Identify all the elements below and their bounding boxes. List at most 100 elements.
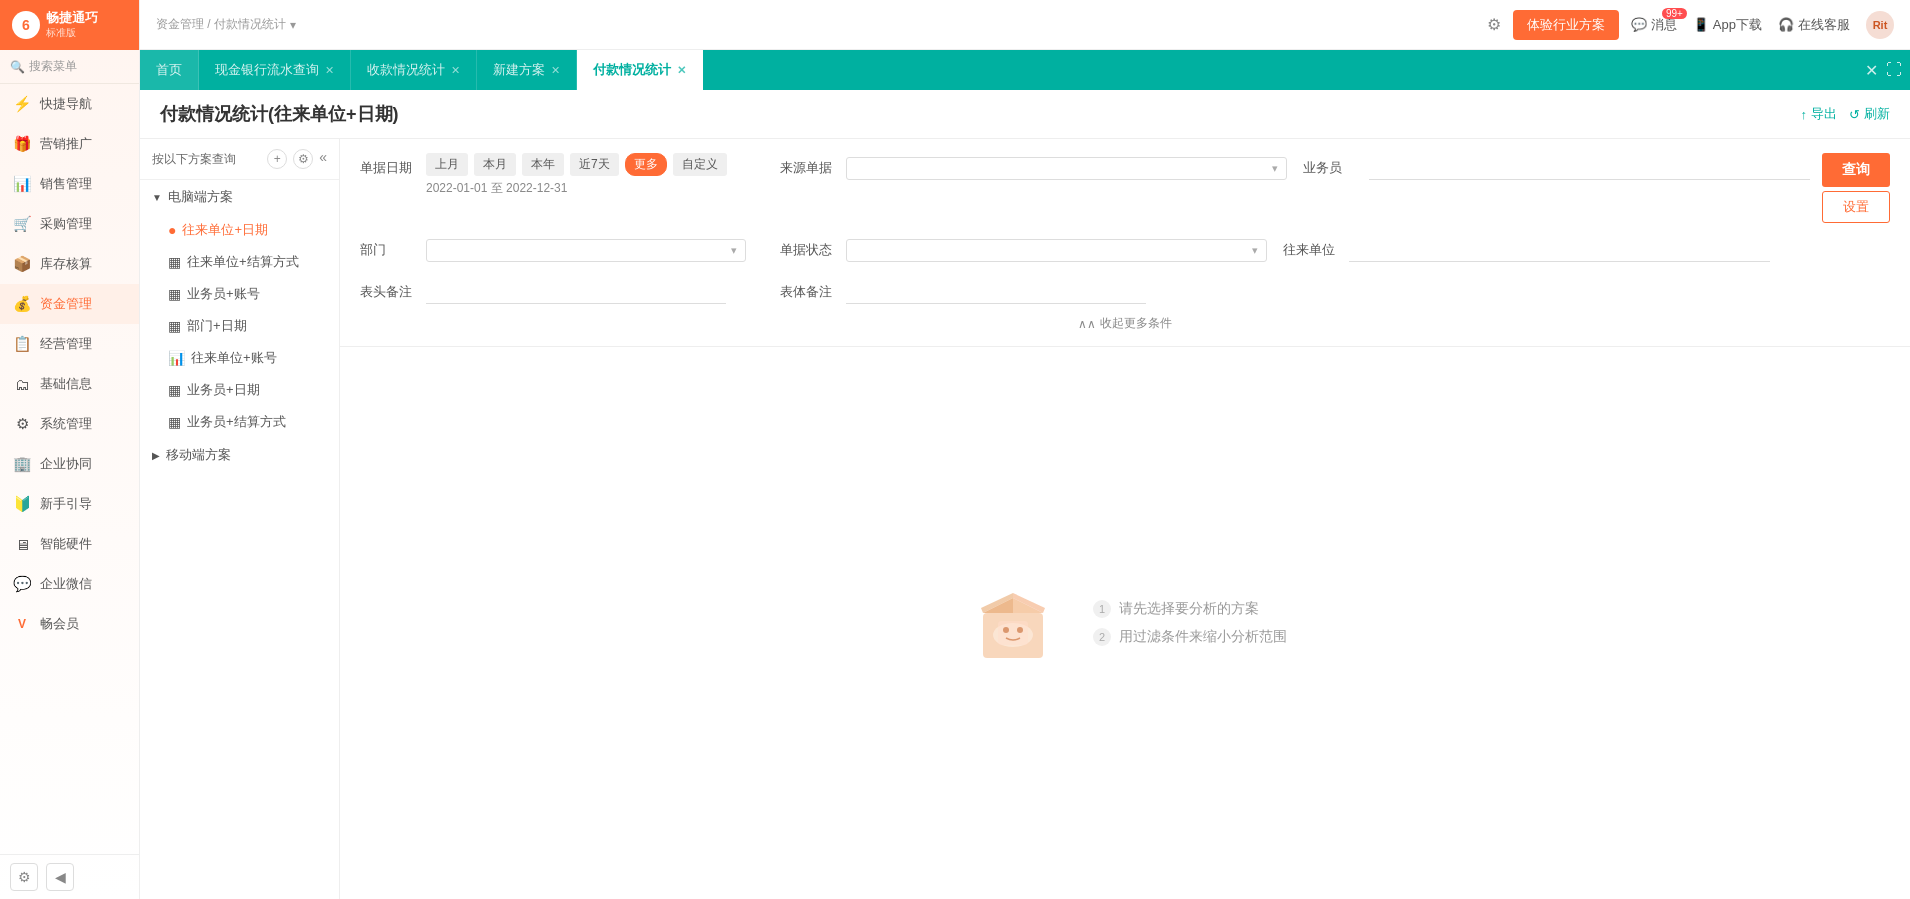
sidebar-item-label: 采购管理	[40, 215, 92, 233]
sidebar-item-sales[interactable]: 📊 销售管理	[0, 164, 139, 204]
tab-receipt-stats[interactable]: 收款情况统计 ✕	[351, 50, 477, 90]
query-btn[interactable]: 查询	[1822, 153, 1890, 187]
sidebar-item-label: 智能硬件	[40, 535, 92, 553]
svg-point-8	[1017, 627, 1023, 633]
date-label: 单据日期	[360, 153, 420, 183]
topbar-right: 💬 消息 99+ 📱 App下载 🎧 在线客服 Rit	[1631, 11, 1894, 39]
collapse-up-icon: ∧∧	[1078, 317, 1096, 331]
topbar-settings-btn[interactable]: ⚙	[1487, 15, 1501, 34]
tab-bank-flow-close-icon[interactable]: ✕	[325, 64, 334, 77]
sidebar-item-quick-nav[interactable]: ⚡ 快捷导航	[0, 84, 139, 124]
more-dates-btn[interactable]: 更多	[625, 153, 667, 176]
settings-bottom-btn[interactable]: ⚙	[10, 863, 38, 891]
voucher-status-label: 单据状态	[780, 235, 840, 265]
scheme-item-partner-account[interactable]: 📊 往来单位+账号	[140, 342, 339, 374]
mobile-group-label: 移动端方案	[166, 446, 231, 464]
last-7days-btn[interactable]: 近7天	[570, 153, 619, 176]
hardware-icon: 🖥	[12, 534, 32, 554]
scheme-group-pc-title[interactable]: ▼ 电脑端方案	[140, 180, 339, 214]
voucher-status-arrow-icon: ▾	[1252, 244, 1258, 257]
sidebar-nav: ⚡ 快捷导航 🎁 营销推广 📊 销售管理 🛒 采购管理 📦 库存核算 💰 资金管…	[0, 84, 139, 854]
user-avatar[interactable]: Rit	[1866, 11, 1894, 39]
staff-input[interactable]	[1369, 157, 1810, 180]
add-scheme-btn[interactable]: +	[267, 149, 287, 169]
export-btn[interactable]: ↑ 导出	[1801, 105, 1838, 123]
header-note-label: 表头备注	[360, 277, 420, 307]
tab-receipt-close-icon[interactable]: ✕	[451, 64, 460, 77]
service-btn[interactable]: 🎧 在线客服	[1778, 16, 1850, 34]
sidebar-item-member[interactable]: V 畅会员	[0, 604, 139, 644]
sidebar-item-basic[interactable]: 🗂 基础信息	[0, 364, 139, 404]
scheme-item-partner-payment[interactable]: ▦ 往来单位+结算方式	[140, 246, 339, 278]
content-body: 按以下方案查询 + ⚙ « ▼ 电脑端方案 ● 往来单位+日期	[140, 139, 1910, 899]
scheme-item-staff-account[interactable]: ▦ 业务员+账号	[140, 278, 339, 310]
current-month-btn[interactable]: 本月	[474, 153, 516, 176]
partner-input[interactable]	[1349, 239, 1770, 262]
user-avatar-text: Rit	[1873, 19, 1888, 31]
tabbar: 首页 现金银行流水查询 ✕ 收款情况统计 ✕ 新建方案 ✕ 付款情况统计 ✕ ✕…	[140, 50, 1910, 90]
tip-2-text: 用过滤条件来缩小分析范围	[1119, 628, 1287, 646]
tab-payment-stats[interactable]: 付款情况统计 ✕	[577, 50, 703, 90]
staff-label: 业务员	[1303, 153, 1363, 183]
custom-date-btn[interactable]: 自定义	[673, 153, 727, 176]
empty-illustration	[963, 573, 1063, 673]
sidebar-item-label: 畅会员	[40, 615, 79, 633]
tab-close-all-btn[interactable]: ✕	[1865, 61, 1878, 80]
header-note-input[interactable]	[426, 281, 726, 304]
sidebar-item-capital[interactable]: 💰 资金管理	[0, 284, 139, 324]
refresh-btn[interactable]: ↺ 刷新	[1849, 105, 1890, 123]
sidebar-item-operation[interactable]: 📋 经营管理	[0, 324, 139, 364]
tab-new-scheme[interactable]: 新建方案 ✕	[477, 50, 577, 90]
trial-btn[interactable]: 体验行业方案	[1513, 10, 1619, 40]
pc-group-label: 电脑端方案	[168, 188, 233, 206]
tab-payment-stats-label: 付款情况统计	[593, 61, 671, 79]
message-btn[interactable]: 💬 消息 99+	[1631, 16, 1677, 34]
sidebar-item-purchase[interactable]: 🛒 采购管理	[0, 204, 139, 244]
scheme-item-staff-payment[interactable]: ▦ 业务员+结算方式	[140, 406, 339, 438]
sidebar-item-inventory[interactable]: 📦 库存核算	[0, 244, 139, 284]
tab-home[interactable]: 首页	[140, 50, 199, 90]
sidebar-item-marketing[interactable]: 🎁 营销推广	[0, 124, 139, 164]
enterprise-icon: 🏢	[12, 454, 32, 474]
staff-payment-icon: ▦	[168, 414, 181, 430]
collapse-sidebar-btn[interactable]: ◀	[46, 863, 74, 891]
partner-label: 往来单位	[1283, 235, 1343, 265]
scheme-item-partner-date[interactable]: ● 往来单位+日期	[140, 214, 339, 246]
source-select-arrow-icon: ▾	[1272, 162, 1278, 175]
scheme-item-label: 往来单位+账号	[191, 349, 277, 367]
refresh-label: 刷新	[1864, 105, 1890, 123]
scheme-item-staff-date[interactable]: ▦ 业务员+日期	[140, 374, 339, 406]
source-select[interactable]: ▾	[846, 157, 1287, 180]
scheme-item-label: 往来单位+日期	[182, 221, 268, 239]
body-note-input[interactable]	[846, 281, 1146, 304]
tab-payment-close-icon[interactable]: ✕	[677, 64, 686, 77]
settings-btn[interactable]: 设置	[1822, 191, 1890, 223]
left-panel: 按以下方案查询 + ⚙ « ▼ 电脑端方案 ● 往来单位+日期	[140, 139, 340, 899]
scheme-item-dept-date[interactable]: ▦ 部门+日期	[140, 310, 339, 342]
sidebar-item-guide[interactable]: 🔰 新手引导	[0, 484, 139, 524]
sidebar-item-label: 系统管理	[40, 415, 92, 433]
dept-select[interactable]: ▾	[426, 239, 746, 262]
scheme-settings-btn[interactable]: ⚙	[293, 149, 313, 169]
date-shortcuts: 上月 本月 本年 近7天 更多 自定义	[426, 153, 727, 176]
app-download-btn[interactable]: 📱 App下载	[1693, 16, 1762, 34]
sidebar-item-label: 经营管理	[40, 335, 92, 353]
fullscreen-btn[interactable]: ⛶	[1886, 61, 1902, 79]
tab-bank-flow[interactable]: 现金银行流水查询 ✕	[199, 50, 351, 90]
current-year-btn[interactable]: 本年	[522, 153, 564, 176]
sidebar-item-system[interactable]: ⚙ 系统管理	[0, 404, 139, 444]
last-month-btn[interactable]: 上月	[426, 153, 468, 176]
collapse-panel-btn[interactable]: «	[319, 149, 327, 169]
voucher-status-select[interactable]: ▾	[846, 239, 1267, 262]
scheme-group-mobile-title[interactable]: ▶ 移动端方案	[140, 438, 339, 472]
sidebar-item-wechat[interactable]: 💬 企业微信	[0, 564, 139, 604]
topbar-breadcrumb: 资金管理 / 付款情况统计 ▾	[156, 16, 1475, 33]
scheme-item-label: 业务员+日期	[187, 381, 260, 399]
sidebar-search[interactable]: 🔍 搜索菜单	[0, 50, 139, 84]
sidebar-bottom: ⚙ ◀	[0, 854, 139, 899]
sidebar-item-enterprise[interactable]: 🏢 企业协同	[0, 444, 139, 484]
filter-area: 单据日期 上月 本月 本年 近7天 更多 自定义 20	[340, 139, 1910, 347]
collapse-more-btn[interactable]: ∧∧ 收起更多条件	[360, 315, 1890, 332]
tab-new-scheme-close-icon[interactable]: ✕	[551, 64, 560, 77]
sidebar-item-hardware[interactable]: 🖥 智能硬件	[0, 524, 139, 564]
